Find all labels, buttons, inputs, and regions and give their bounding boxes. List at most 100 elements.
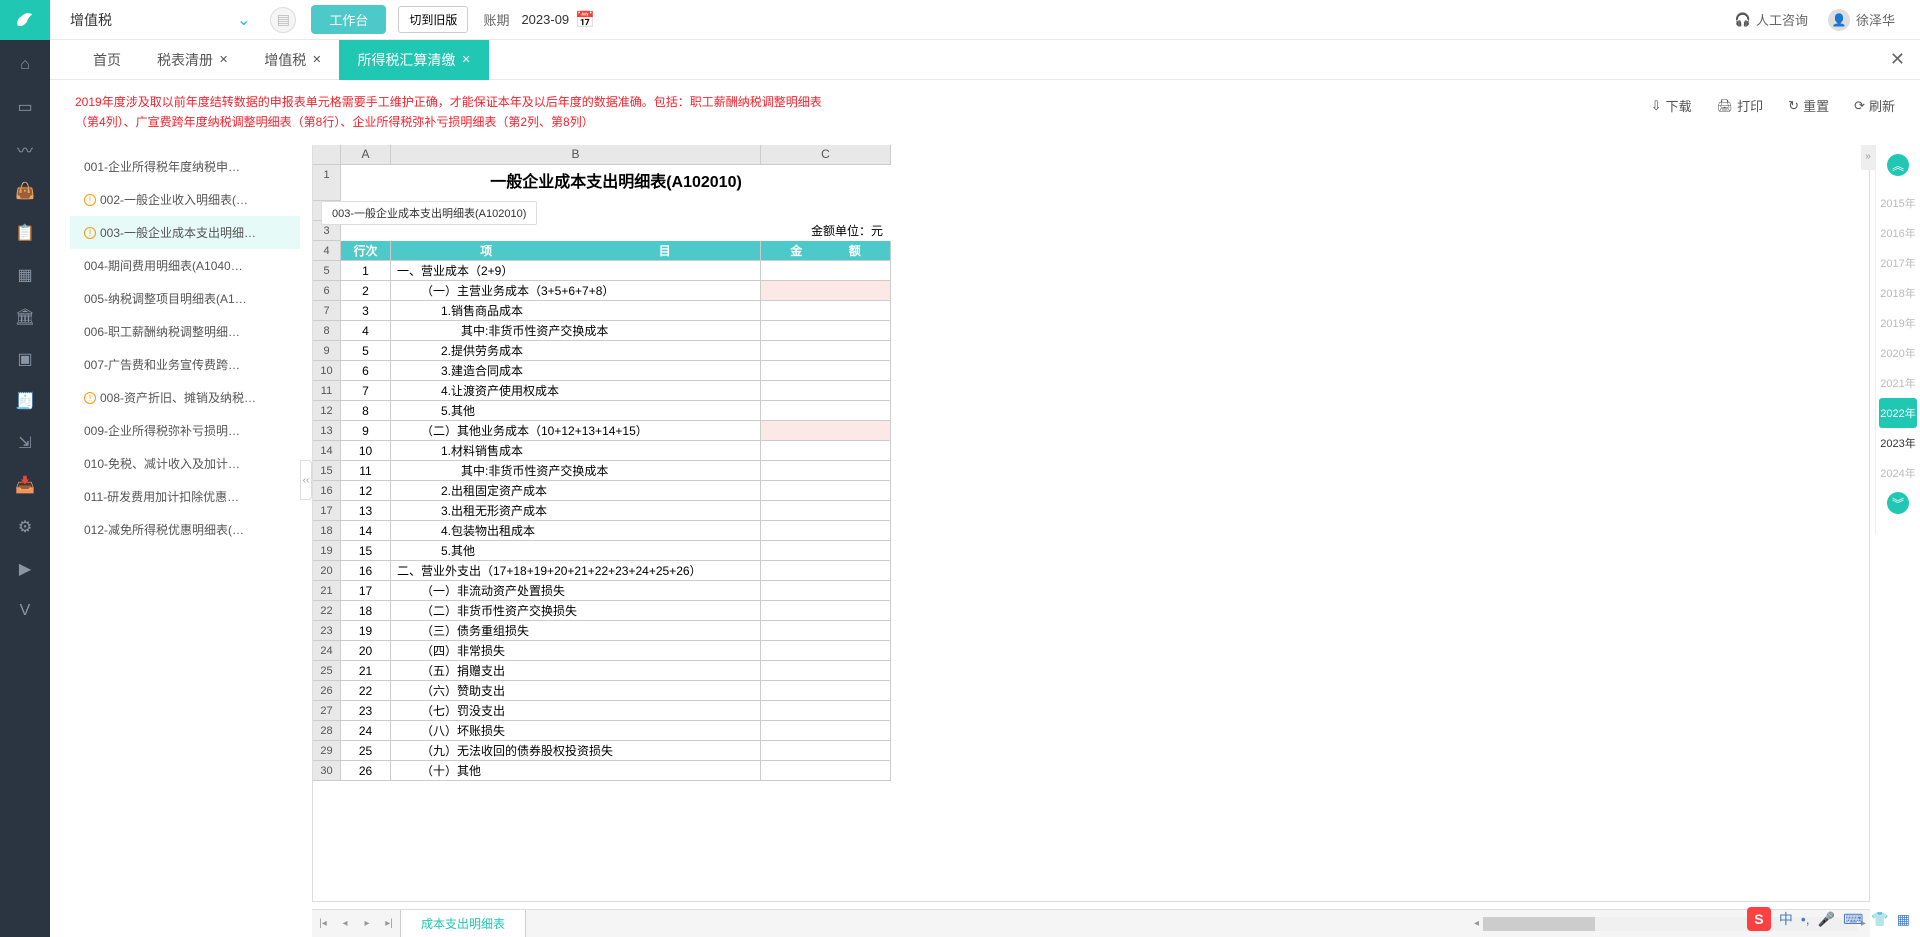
export-icon[interactable]: ⇲	[15, 433, 35, 453]
amount-cell[interactable]	[761, 741, 891, 761]
tab-3[interactable]: 所得税汇算清缴✕	[339, 40, 488, 80]
amount-cell[interactable]	[761, 461, 891, 481]
amount-cell[interactable]	[761, 501, 891, 521]
item-cell[interactable]: （六）赞助支出	[391, 681, 761, 701]
amount-cell[interactable]	[761, 621, 891, 641]
bag-icon[interactable]: 👜	[15, 181, 35, 201]
workbench-button[interactable]: 工作台	[311, 5, 386, 34]
expand-year-handle[interactable]: »	[1861, 142, 1875, 170]
amount-cell[interactable]	[761, 361, 891, 381]
form-item-3[interactable]: 004-期间费用明细表(A1040…	[70, 249, 300, 282]
item-cell[interactable]: （五）捐赠支出	[391, 661, 761, 681]
amount-cell[interactable]	[761, 261, 891, 281]
item-cell[interactable]: 其中:非货币性资产交换成本	[391, 461, 761, 481]
ime-toolbox-icon[interactable]: ▦	[1897, 911, 1910, 928]
col-header-a[interactable]: A	[341, 143, 391, 165]
amount-cell[interactable]	[761, 721, 891, 741]
nav-next[interactable]: ▸	[356, 910, 378, 937]
item-cell[interactable]: 其中:非货币性资产交换成本	[391, 321, 761, 341]
bottom-sheet-tab[interactable]: 成本支出明细表	[401, 910, 526, 937]
item-cell[interactable]: 5.其他	[391, 401, 761, 421]
nav-last[interactable]: ▸|	[378, 910, 400, 937]
item-cell[interactable]: （一）主营业务成本（3+5+6+7+8）	[391, 281, 761, 301]
item-cell[interactable]: （九）无法收回的债券股权投资损失	[391, 741, 761, 761]
year-2023年[interactable]: 2023年	[1876, 428, 1920, 458]
item-cell[interactable]: 2.出租固定资产成本	[391, 481, 761, 501]
seq-cell[interactable]: 8	[341, 401, 391, 421]
collapse-forms-handle[interactable]: ‹‹	[300, 460, 312, 500]
form-item-2[interactable]: !003-一般企业成本支出明细…	[70, 216, 300, 249]
corner-cell[interactable]	[313, 143, 341, 165]
amount-cell[interactable]	[761, 681, 891, 701]
amount-cell[interactable]	[761, 321, 891, 341]
year-scroll-up[interactable]: ︽	[1887, 154, 1909, 176]
year-2018年[interactable]: 2018年	[1876, 278, 1920, 308]
report-icon[interactable]: ▦	[15, 265, 35, 285]
seq-cell[interactable]: 19	[341, 621, 391, 641]
tax-icon[interactable]: 🧾	[15, 391, 35, 411]
calendar-nav-icon[interactable]: ▣	[15, 349, 35, 369]
amount-cell[interactable]	[761, 401, 891, 421]
amount-cell[interactable]	[761, 761, 891, 781]
seq-cell[interactable]: 1	[341, 261, 391, 281]
sheet-body[interactable]: 1一般企业成本支出明细表(A102010)23金额单位：元4行次项目金额51一、…	[313, 165, 1869, 901]
year-scroll-down[interactable]: ︾	[1887, 492, 1909, 514]
seq-cell[interactable]: 4	[341, 321, 391, 341]
amount-cell[interactable]	[761, 601, 891, 621]
home-icon[interactable]: ⌂	[15, 55, 35, 75]
ime-lang[interactable]: 中	[1779, 909, 1793, 929]
seq-cell[interactable]: 21	[341, 661, 391, 681]
user-menu[interactable]: 👤 徐泽华	[1828, 9, 1895, 31]
consult-link[interactable]: 🎧 人工咨询	[1735, 10, 1808, 29]
amount-cell[interactable]	[761, 661, 891, 681]
form-item-8[interactable]: 009-企业所得税弥补亏损明…	[70, 414, 300, 447]
item-cell[interactable]: 4.包装物出租成本	[391, 521, 761, 541]
amount-cell[interactable]	[761, 581, 891, 601]
form-item-6[interactable]: 007-广告费和业务宣传费跨…	[70, 348, 300, 381]
download-button[interactable]: ⇩下载	[1651, 96, 1692, 115]
seq-cell[interactable]: 2	[341, 281, 391, 301]
clipboard-icon[interactable]: 📋	[15, 223, 35, 243]
item-cell[interactable]: 3.建造合同成本	[391, 361, 761, 381]
ledger-icon[interactable]: ▭	[15, 97, 35, 117]
seq-cell[interactable]: 11	[341, 461, 391, 481]
seq-cell[interactable]: 16	[341, 561, 391, 581]
item-cell[interactable]: 1.销售商品成本	[391, 301, 761, 321]
seq-cell[interactable]: 13	[341, 501, 391, 521]
tab-1[interactable]: 税表清册✕	[139, 40, 246, 80]
col-header-b[interactable]: B	[391, 143, 761, 165]
seq-cell[interactable]: 9	[341, 421, 391, 441]
template-icon[interactable]: 🏛	[15, 307, 35, 327]
seq-cell[interactable]: 12	[341, 481, 391, 501]
year-2020年[interactable]: 2020年	[1876, 338, 1920, 368]
amount-cell[interactable]	[761, 441, 891, 461]
form-item-5[interactable]: 006-职工薪酬纳税调整明细…	[70, 315, 300, 348]
form-item-1[interactable]: !002-一般企业收入明细表(…	[70, 183, 300, 216]
seq-cell[interactable]: 22	[341, 681, 391, 701]
amount-cell[interactable]	[761, 521, 891, 541]
seq-cell[interactable]: 6	[341, 361, 391, 381]
item-cell[interactable]: 1.材料销售成本	[391, 441, 761, 461]
amount-cell[interactable]	[761, 701, 891, 721]
scroll-thumb[interactable]	[1483, 917, 1595, 931]
old-version-button[interactable]: 切到旧版	[398, 6, 468, 33]
form-item-4[interactable]: 005-纳税调整项目明细表(A1…	[70, 282, 300, 315]
amount-cell[interactable]	[761, 381, 891, 401]
year-2021年[interactable]: 2021年	[1876, 368, 1920, 398]
item-cell[interactable]: （二）其他业务成本（10+12+13+14+15）	[391, 421, 761, 441]
seq-cell[interactable]: 23	[341, 701, 391, 721]
tab-2[interactable]: 增值税✕	[246, 40, 339, 80]
seq-cell[interactable]: 7	[341, 381, 391, 401]
sogou-ime-logo[interactable]: S	[1747, 907, 1771, 931]
item-cell[interactable]: 4.让渡资产使用权成本	[391, 381, 761, 401]
year-2024年[interactable]: 2024年	[1876, 458, 1920, 488]
inbox-icon[interactable]: 📥	[15, 475, 35, 495]
amount-cell[interactable]	[761, 561, 891, 581]
form-item-10[interactable]: 011-研发费用加计扣除优惠…	[70, 480, 300, 513]
seq-cell[interactable]: 26	[341, 761, 391, 781]
amount-cell[interactable]	[761, 421, 891, 441]
reset-button[interactable]: ↻重置	[1788, 96, 1829, 115]
tab-close-icon[interactable]: ✕	[312, 53, 321, 66]
refresh-button[interactable]: ⟳刷新	[1854, 96, 1895, 115]
amount-cell[interactable]	[761, 641, 891, 661]
